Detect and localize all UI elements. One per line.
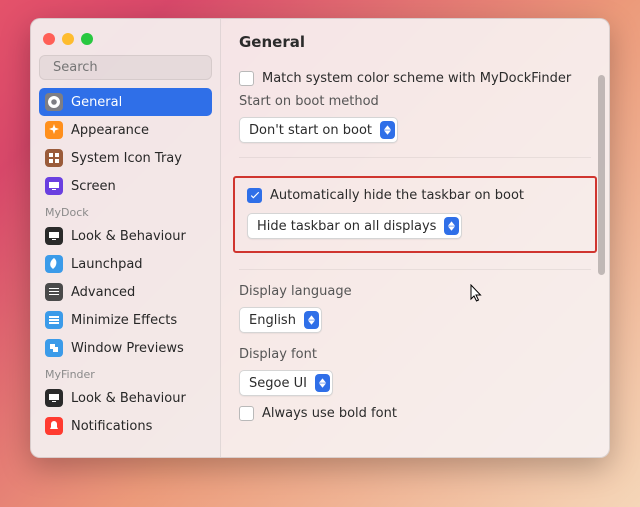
sparkle-icon [45, 121, 63, 139]
match-color-checkbox[interactable] [239, 71, 254, 86]
sidebar-section-title: MyFinder [39, 362, 212, 384]
sidebar-item-winprev[interactable]: Window Previews [39, 334, 212, 362]
group-language: Display language English Display font Se… [239, 269, 591, 443]
sidebar-nav: General Appearance System Icon Tray Screen M… [39, 88, 212, 457]
sidebar-item-look-dock[interactable]: Look & Behaviour [39, 222, 212, 250]
sidebar-section-title: MyDock [39, 200, 212, 222]
font-value: Segoe UI [249, 376, 307, 391]
language-value: English [249, 313, 296, 328]
boot-method-select[interactable]: Don't start on boot [239, 117, 398, 143]
bell-icon [45, 417, 63, 435]
sidebar-item-label: Look & Behaviour [71, 229, 186, 244]
boot-method-value: Don't start on boot [249, 123, 372, 138]
auto-hide-display-value: Hide taskbar on all displays [257, 219, 436, 234]
grid-icon [45, 149, 63, 167]
sliders-icon [45, 283, 63, 301]
sidebar-item-label: Window Previews [71, 341, 184, 356]
main-panel: General Match system color scheme with M… [221, 19, 609, 457]
highlight-box: Automatically hide the taskbar on boot H… [233, 176, 597, 253]
sidebar-item-label: Appearance [71, 123, 149, 138]
page-title: General [221, 19, 609, 61]
search-input[interactable] [53, 60, 223, 75]
sidebar-item-general[interactable]: General [39, 88, 212, 116]
display-icon [45, 389, 63, 407]
language-select[interactable]: English [239, 307, 322, 333]
language-title: Display language [239, 284, 591, 299]
zoom-button[interactable] [81, 33, 93, 45]
auto-hide-label: Automatically hide the taskbar on boot [270, 188, 524, 203]
sidebar-item-label: General [71, 95, 122, 110]
minimize-button[interactable] [62, 33, 74, 45]
dropdown-arrows-icon [304, 311, 319, 329]
sidebar-item-label: Screen [71, 179, 116, 194]
sidebar-item-label: Advanced [71, 285, 135, 300]
auto-hide-display-select[interactable]: Hide taskbar on all displays [247, 213, 462, 239]
close-button[interactable] [43, 33, 55, 45]
auto-hide-checkbox[interactable] [247, 188, 262, 203]
font-title: Display font [239, 347, 591, 362]
sidebar-item-label: Look & Behaviour [71, 391, 186, 406]
sidebar-item-advanced[interactable]: Advanced [39, 278, 212, 306]
window-traffic-lights [39, 27, 212, 55]
display-icon [45, 177, 63, 195]
sidebar: General Appearance System Icon Tray Screen M… [31, 19, 221, 457]
bold-font-label: Always use bold font [262, 406, 397, 421]
group-color-scheme: Match system color scheme with MyDockFin… [239, 65, 591, 157]
sidebar-item-label: Minimize Effects [71, 313, 177, 328]
sidebar-item-screen[interactable]: Screen [39, 172, 212, 200]
sidebar-item-systray[interactable]: System Icon Tray [39, 144, 212, 172]
boot-method-title: Start on boot method [239, 94, 591, 109]
group-taskbar: Automatically hide the taskbar on boot H… [239, 157, 591, 269]
scrollbar-thumb[interactable] [598, 75, 605, 275]
windows-icon [45, 339, 63, 357]
display-icon [45, 227, 63, 245]
sidebar-item-label: System Icon Tray [71, 151, 182, 166]
sidebar-item-look-finder[interactable]: Look & Behaviour [39, 384, 212, 412]
dropdown-arrows-icon [315, 374, 330, 392]
search-field[interactable] [39, 55, 212, 80]
sidebar-item-label: Launchpad [71, 257, 143, 272]
sidebar-item-notif[interactable]: Notifications [39, 412, 212, 440]
bold-font-checkbox[interactable] [239, 406, 254, 421]
rocket-icon [45, 255, 63, 273]
sidebar-item-appearance[interactable]: Appearance [39, 116, 212, 144]
sidebar-item-launchpad[interactable]: Launchpad [39, 250, 212, 278]
main-body: Match system color scheme with MyDockFin… [221, 61, 609, 457]
dropdown-arrows-icon [380, 121, 395, 139]
stack-icon [45, 311, 63, 329]
match-color-label: Match system color scheme with MyDockFin… [262, 71, 571, 86]
sidebar-item-minimize[interactable]: Minimize Effects [39, 306, 212, 334]
gear-icon [45, 93, 63, 111]
sidebar-item-label: Notifications [71, 419, 152, 434]
settings-window: General Appearance System Icon Tray Screen M… [30, 18, 610, 458]
font-select[interactable]: Segoe UI [239, 370, 333, 396]
dropdown-arrows-icon [444, 217, 459, 235]
